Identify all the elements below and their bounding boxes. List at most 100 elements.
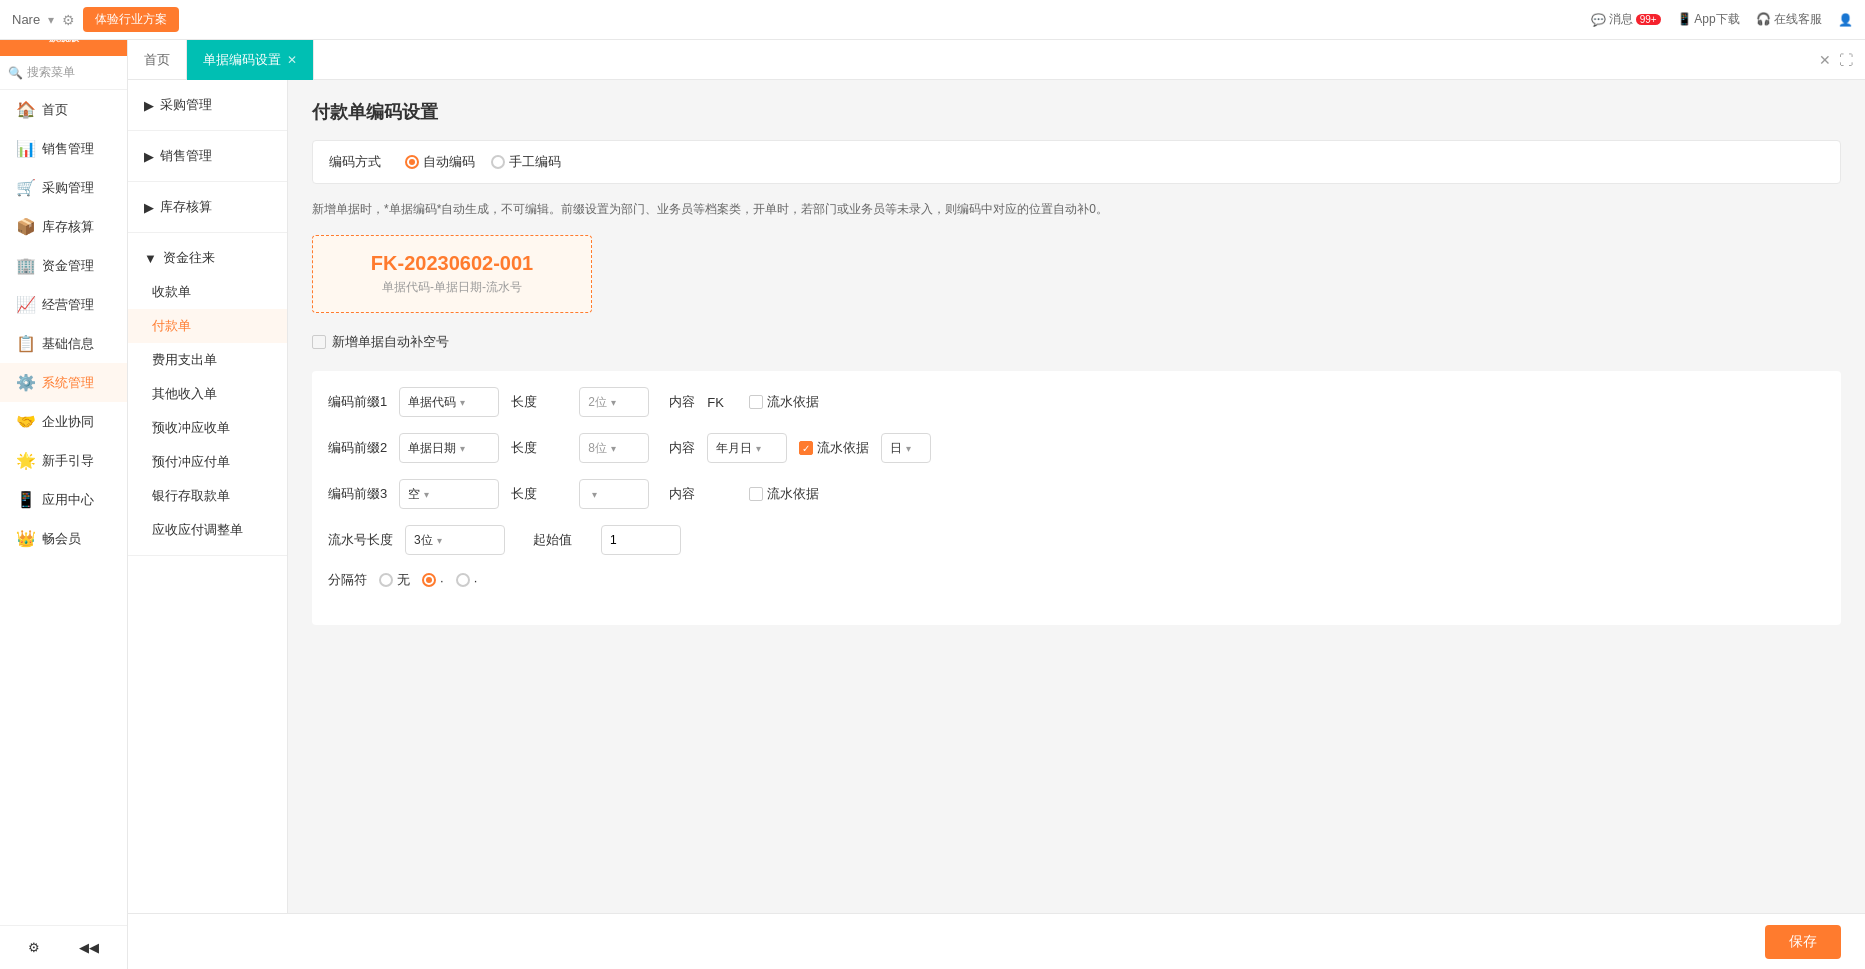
sidebar-item-label: 库存核算 xyxy=(42,218,94,236)
sep-radio-none[interactable]: 无 xyxy=(379,571,410,589)
sep-dot1-dot xyxy=(422,573,436,587)
left-menu-title-capital[interactable]: ▼ 资金往来 xyxy=(128,241,287,275)
inventory-icon: 📦 xyxy=(16,217,34,236)
left-menu-title-sales[interactable]: ▶ 销售管理 xyxy=(128,139,287,173)
auto-code-label: 自动编码 xyxy=(423,153,475,171)
left-menu-title-inventory[interactable]: ▶ 库存核算 xyxy=(128,190,287,224)
sidebar-item-system[interactable]: ⚙️ 系统管理 xyxy=(0,363,127,402)
minimize-icon[interactable]: ✕ xyxy=(1819,52,1831,68)
settings-icon[interactable]: ⚙ xyxy=(62,12,75,28)
left-menu-item-pre-pay[interactable]: 预付冲应付单 xyxy=(128,445,287,479)
sidebar-item-base-info[interactable]: 📋 基础信息 xyxy=(0,324,127,363)
left-menu-group-capital: ▼ 资金往来 收款单 付款单 费用支出单 其他收入单 预收冲应收单 预付冲应付单… xyxy=(128,233,287,556)
close-tab-icon[interactable]: ✕ xyxy=(287,53,297,67)
sep-radio-dot2[interactable]: · xyxy=(456,573,478,588)
right-panel: 付款单编码设置 编码方式 自动编码 手工编码 新增单据时，*单据编码*自动生成，… xyxy=(288,80,1865,969)
auto-fill-row: 新增单据自动补空号 xyxy=(312,333,1841,351)
sidebar-search[interactable]: 🔍 搜索菜单 xyxy=(0,56,127,90)
save-button[interactable]: 保存 xyxy=(1765,925,1841,959)
auto-fill-label: 新增单据自动补空号 xyxy=(332,333,449,351)
chevron-right-icon: ▶ xyxy=(144,98,154,113)
manual-code-radio[interactable]: 手工编码 xyxy=(491,153,561,171)
left-menu-item-other-income[interactable]: 其他收入单 xyxy=(128,377,287,411)
tab-encoding-settings[interactable]: 单据编码设置 ✕ xyxy=(187,40,314,80)
content-layout: ▶ 采购管理 ▶ 销售管理 ▶ 库存核算 ▼ 资金往来 xyxy=(128,80,1865,969)
sidebar-item-app-center[interactable]: 📱 应用中心 xyxy=(0,480,127,519)
left-menu-item-bank[interactable]: 银行存取款单 xyxy=(128,479,287,513)
left-menu-group-inventory: ▶ 库存核算 xyxy=(128,182,287,233)
sidebar-item-home[interactable]: 🏠 首页 xyxy=(0,90,127,129)
chevron-down-icon: ▾ xyxy=(424,489,429,500)
sidebar-item-enterprise[interactable]: 🤝 企业协同 xyxy=(0,402,127,441)
app-download-item[interactable]: 📱 App下载 xyxy=(1677,11,1740,28)
search-icon: 🔍 xyxy=(8,66,23,80)
operations-icon: 📈 xyxy=(16,295,34,314)
sep-radio-dot1[interactable]: · xyxy=(422,573,444,588)
prefix-3-select[interactable]: 空 ▾ xyxy=(399,479,499,509)
sidebar-item-sales[interactable]: 📊 销售管理 xyxy=(0,129,127,168)
left-menu-title-purchase[interactable]: ▶ 采购管理 xyxy=(128,88,287,122)
left-menu-item-payment[interactable]: 付款单 xyxy=(128,309,287,343)
collapse-icon[interactable]: ◀◀ xyxy=(79,940,99,955)
serial-checkbox-3[interactable] xyxy=(749,487,763,501)
sidebar-item-operations[interactable]: 📈 经营管理 xyxy=(0,285,127,324)
start-value-label: 起始值 xyxy=(533,531,589,549)
serial-length-select[interactable]: 3位 ▾ xyxy=(405,525,505,555)
sidebar-item-inventory[interactable]: 📦 库存核算 xyxy=(0,207,127,246)
sidebar-item-vip[interactable]: 👑 畅会员 xyxy=(0,519,127,558)
sidebar-item-label: 基础信息 xyxy=(42,335,94,353)
sidebar-item-guide[interactable]: 🌟 新手引导 xyxy=(0,441,127,480)
prefix-2-select[interactable]: 单据日期 ▾ xyxy=(399,433,499,463)
content-2-label: 内容 xyxy=(669,439,695,457)
extra-select-2[interactable]: 日 ▾ xyxy=(881,433,931,463)
left-menu-item-pre-receive[interactable]: 预收冲应收单 xyxy=(128,411,287,445)
length-2-select[interactable]: 8位 ▾ xyxy=(579,433,649,463)
chevron-down-icon[interactable]: ▾ xyxy=(48,13,54,27)
prefix-3-label: 编码前缀3 xyxy=(328,485,387,503)
message-item[interactable]: 💬 消息 99+ xyxy=(1591,11,1661,28)
settings-bottom-icon[interactable]: ⚙ xyxy=(28,940,40,955)
serial-label-1: 流水依据 xyxy=(767,393,819,411)
home-icon: 🏠 xyxy=(16,100,34,119)
auto-fill-checkbox[interactable] xyxy=(312,335,326,349)
user-avatar[interactable]: 👤 xyxy=(1838,13,1853,27)
topbar: Nare ▾ ⚙ 体验行业方案 💬 消息 99+ 📱 App下载 🎧 在线客服 … xyxy=(0,0,1865,40)
start-value-input[interactable] xyxy=(601,525,681,555)
bottom-bar: 保存 xyxy=(288,913,1865,969)
prefix-row-1: 编码前缀1 单据代码 ▾ 长度 2位 ▾ 内容 FK 流水依据 xyxy=(328,387,1825,417)
left-menu-group-purchase: ▶ 采购管理 xyxy=(128,80,287,131)
sidebar-nav: 🏠 首页 📊 销售管理 🛒 采购管理 📦 库存核算 🏢 资金管理 📈 经营管理 … xyxy=(0,90,127,925)
info-text: 新增单据时，*单据编码*自动生成，不可编辑。前缀设置为部门、业务员等档案类，开单… xyxy=(312,200,1841,219)
tab-home[interactable]: 首页 xyxy=(128,40,187,80)
length-1-label: 长度 xyxy=(511,393,567,411)
experience-button[interactable]: 体验行业方案 xyxy=(83,7,179,32)
left-menu-item-adjust[interactable]: 应收应付调整单 xyxy=(128,513,287,547)
sidebar-item-purchase[interactable]: 🛒 采购管理 xyxy=(0,168,127,207)
maximize-icon[interactable]: ⛶ xyxy=(1839,52,1853,68)
guide-icon: 🌟 xyxy=(16,451,34,470)
serial-checkbox-2[interactable]: ✓ xyxy=(799,441,813,455)
online-service-item[interactable]: 🎧 在线客服 xyxy=(1756,11,1822,28)
left-menu-item-receipt[interactable]: 收款单 xyxy=(128,275,287,309)
tab-fullscreen-controls: ✕ ⛶ xyxy=(1807,52,1865,68)
prefix-row-2: 编码前缀2 单据日期 ▾ 长度 8位 ▾ 内容 年月日 ▾ xyxy=(328,433,1825,463)
length-1-select[interactable]: 2位 ▾ xyxy=(579,387,649,417)
sep-dot2-dot xyxy=(456,573,470,587)
auto-code-radio[interactable]: 自动编码 xyxy=(405,153,475,171)
left-menu-item-expense[interactable]: 费用支出单 xyxy=(128,343,287,377)
encoding-radio-group: 自动编码 手工编码 xyxy=(405,153,561,171)
base-info-icon: 📋 xyxy=(16,334,34,353)
length-3-select[interactable]: ▾ xyxy=(579,479,649,509)
system-icon: ⚙️ xyxy=(16,373,34,392)
serial-checkbox-1[interactable] xyxy=(749,395,763,409)
content-2-select[interactable]: 年月日 ▾ xyxy=(707,433,787,463)
length-2-label: 长度 xyxy=(511,439,567,457)
page-title: 付款单编码设置 xyxy=(312,100,1841,124)
download-icon: 📱 xyxy=(1677,12,1692,26)
sidebar-item-finance[interactable]: 🏢 资金管理 xyxy=(0,246,127,285)
sidebar-item-label: 畅会员 xyxy=(42,530,81,548)
prefix-1-select[interactable]: 单据代码 ▾ xyxy=(399,387,499,417)
length-3-label: 长度 xyxy=(511,485,567,503)
prefix-row-3: 编码前缀3 空 ▾ 长度 ▾ 内容 流水依据 xyxy=(328,479,1825,509)
chevron-down-icon: ▾ xyxy=(611,443,616,454)
